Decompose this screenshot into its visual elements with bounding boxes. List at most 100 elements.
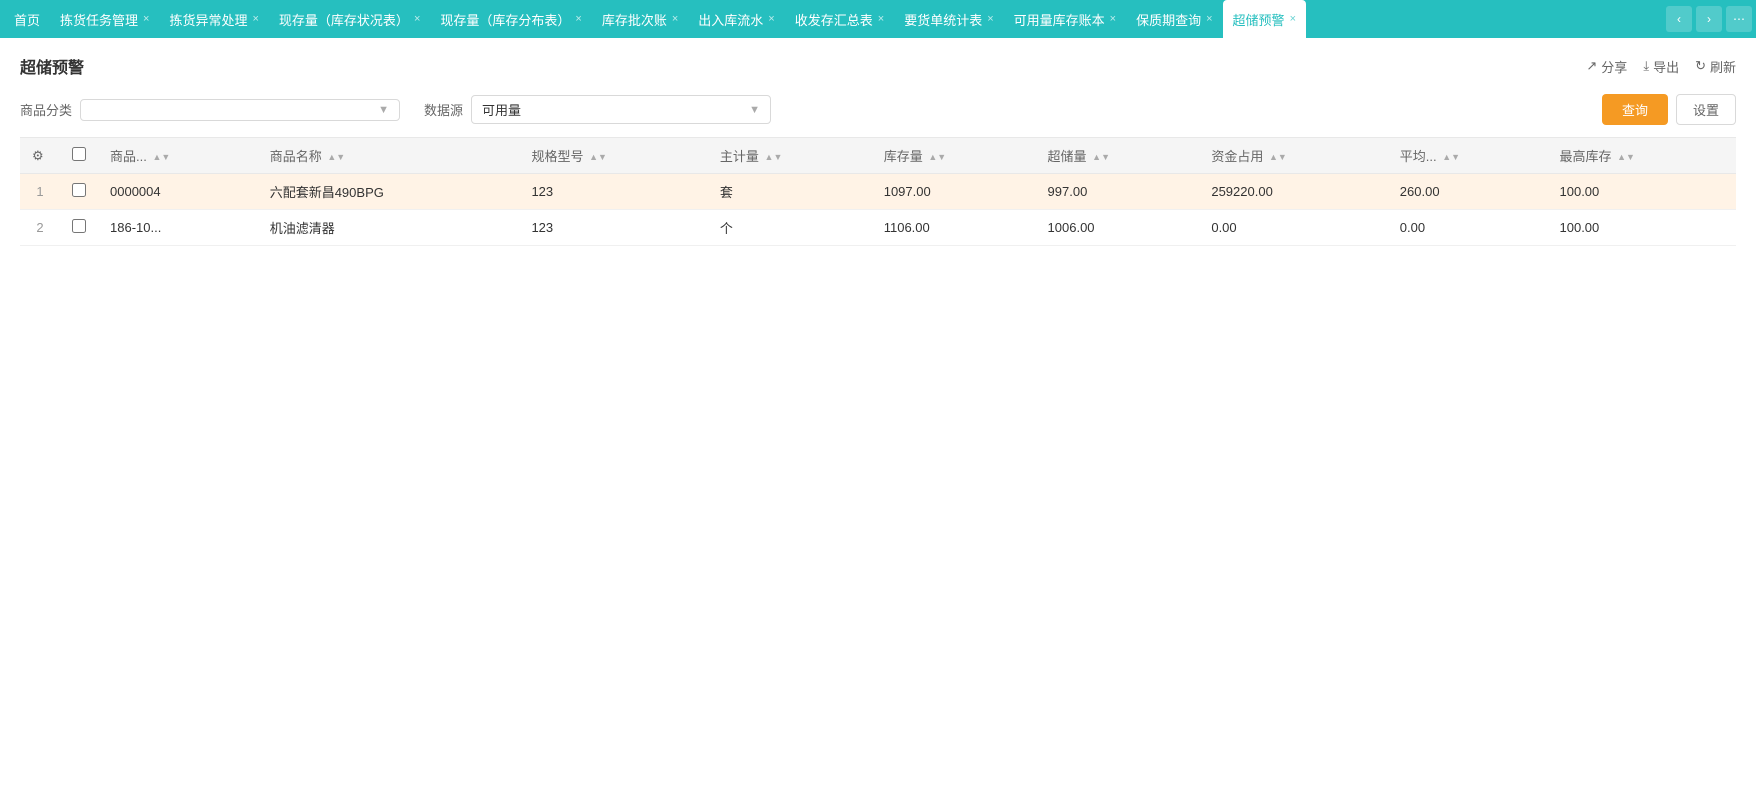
close-icon[interactable]: × xyxy=(1290,13,1296,25)
close-icon[interactable]: × xyxy=(768,13,774,25)
nav-more-button[interactable]: ⋯ xyxy=(1726,6,1752,32)
row-overstock: 1006.00 xyxy=(1036,210,1200,246)
row-number: 1 xyxy=(20,174,60,210)
th-max-stock: 最高库存 ▲▼ xyxy=(1548,138,1737,174)
row-capital: 259220.00 xyxy=(1199,174,1387,210)
row-max-stock: 100.00 xyxy=(1548,174,1737,210)
data-table: ⚙ 商品... ▲▼ 商品名称 ▲▼ 规格型号 ▲▼ 主计 xyxy=(20,137,1736,246)
table-header: ⚙ 商品... ▲▼ 商品名称 ▲▼ 规格型号 ▲▼ 主计 xyxy=(20,138,1736,174)
close-icon[interactable]: × xyxy=(1206,13,1212,25)
page-header: 超储预警 ↗ 分享 ⤓ 导出 ↻ 刷新 xyxy=(20,54,1736,78)
th-unit: 主计量 ▲▼ xyxy=(708,138,872,174)
datasource-select-value: 可用量 xyxy=(482,100,521,119)
refresh-button[interactable]: ↻ 刷新 xyxy=(1695,57,1736,76)
row-code: 186-10... xyxy=(98,210,258,246)
row-unit: 套 xyxy=(708,174,872,210)
row-overstock: 997.00 xyxy=(1036,174,1200,210)
sort-icon[interactable]: ▲▼ xyxy=(928,153,946,162)
th-stock: 库存量 ▲▼ xyxy=(872,138,1036,174)
share-button[interactable]: ↗ 分享 xyxy=(1586,57,1627,76)
share-icon: ↗ xyxy=(1586,58,1597,74)
settings-icon[interactable]: ⚙ xyxy=(32,148,44,163)
th-name: 商品名称 ▲▼ xyxy=(258,138,520,174)
row-name: 六配套新昌490BPG xyxy=(258,174,520,210)
filter-row: 商品分类 ▼ 数据源 可用量 ▼ 查询 设置 xyxy=(20,94,1736,125)
th-spec: 规格型号 ▲▼ xyxy=(519,138,707,174)
nav-next-button[interactable]: › xyxy=(1696,6,1722,32)
row-name: 机油滤清器 xyxy=(258,210,520,246)
close-icon[interactable]: × xyxy=(143,13,149,25)
sort-icon[interactable]: ▲▼ xyxy=(1442,153,1460,162)
close-icon[interactable]: × xyxy=(575,13,581,25)
th-overstock: 超储量 ▲▼ xyxy=(1036,138,1200,174)
th-avg-price: 平均... ▲▼ xyxy=(1388,138,1548,174)
th-code: 商品... ▲▼ xyxy=(98,138,258,174)
row-checkbox[interactable] xyxy=(72,183,86,197)
sort-icon[interactable]: ▲▼ xyxy=(1617,153,1635,162)
sort-icon[interactable]: ▲▼ xyxy=(1269,153,1287,162)
row-code: 0000004 xyxy=(98,174,258,210)
settings-button[interactable]: 设置 xyxy=(1676,94,1736,125)
row-avg-price: 260.00 xyxy=(1388,174,1548,210)
nav-item-overstock[interactable]: 超储预警 × xyxy=(1223,0,1306,38)
filter-buttons: 查询 设置 xyxy=(1602,94,1736,125)
close-icon[interactable]: × xyxy=(414,13,420,25)
sort-icon[interactable]: ▲▼ xyxy=(152,153,170,162)
row-number: 2 xyxy=(20,210,60,246)
close-icon[interactable]: × xyxy=(987,13,993,25)
select-all-checkbox[interactable] xyxy=(72,147,86,161)
nav-item-picking-exception[interactable]: 拣货异常处理 × xyxy=(159,0,268,38)
row-max-stock: 100.00 xyxy=(1548,210,1737,246)
category-filter-group: 商品分类 ▼ xyxy=(20,99,400,121)
nav-item-available-stock[interactable]: 可用量库存账本 × xyxy=(1004,0,1126,38)
page-content: 超储预警 ↗ 分享 ⤓ 导出 ↻ 刷新 商品分类 ▼ 数据源 xyxy=(0,38,1756,262)
nav-item-current-stock-dist[interactable]: 现存量（库存分布表） × xyxy=(430,0,591,38)
th-checkbox[interactable] xyxy=(60,138,98,174)
sort-icon[interactable]: ▲▼ xyxy=(589,153,607,162)
nav-item-expiry[interactable]: 保质期查询 × xyxy=(1126,0,1222,38)
row-checkbox[interactable] xyxy=(72,219,86,233)
nav-item-batch-account[interactable]: 库存批次账 × xyxy=(592,0,688,38)
nav-item-summary[interactable]: 收发存汇总表 × xyxy=(785,0,894,38)
nav-item-home[interactable]: 首页 xyxy=(4,0,50,38)
refresh-icon: ↻ xyxy=(1695,58,1706,74)
chevron-down-icon: ▼ xyxy=(749,104,760,116)
th-capital: 资金占用 ▲▼ xyxy=(1199,138,1387,174)
nav-controls: ‹ › ⋯ xyxy=(1666,6,1752,32)
row-checkbox-cell[interactable] xyxy=(60,210,98,246)
top-nav: 首页 拣货任务管理 × 拣货异常处理 × 现存量（库存状况表） × 现存量（库存… xyxy=(0,0,1756,38)
export-button[interactable]: ⤓ 导出 xyxy=(1643,57,1679,76)
sort-icon[interactable]: ▲▼ xyxy=(765,153,783,162)
nav-prev-button[interactable]: ‹ xyxy=(1666,6,1692,32)
chevron-down-icon: ▼ xyxy=(378,104,389,116)
query-button[interactable]: 查询 xyxy=(1602,94,1668,125)
nav-item-order-stats[interactable]: 要货单统计表 × xyxy=(894,0,1003,38)
close-icon[interactable]: × xyxy=(878,13,884,25)
nav-item-current-stock-status[interactable]: 现存量（库存状况表） × xyxy=(269,0,430,38)
nav-item-flow[interactable]: 出入库流水 × xyxy=(688,0,784,38)
row-unit: 个 xyxy=(708,210,872,246)
category-label: 商品分类 xyxy=(20,100,72,119)
datasource-filter-group: 数据源 可用量 ▼ xyxy=(424,95,771,124)
close-icon[interactable]: × xyxy=(252,13,258,25)
th-settings[interactable]: ⚙ xyxy=(20,138,60,174)
header-actions: ↗ 分享 ⤓ 导出 ↻ 刷新 xyxy=(1586,57,1736,76)
close-icon[interactable]: × xyxy=(672,13,678,25)
datasource-label: 数据源 xyxy=(424,100,463,119)
sort-icon[interactable]: ▲▼ xyxy=(327,153,345,162)
row-capital: 0.00 xyxy=(1199,210,1387,246)
close-icon[interactable]: × xyxy=(1110,13,1116,25)
datasource-select[interactable]: 可用量 ▼ xyxy=(471,95,771,124)
row-spec: 123 xyxy=(519,174,707,210)
row-checkbox-cell[interactable] xyxy=(60,174,98,210)
export-icon: ⤓ xyxy=(1643,58,1649,74)
sort-icon[interactable]: ▲▼ xyxy=(1092,153,1110,162)
table-row[interactable]: 1 0000004 六配套新昌490BPG 123 套 1097.00 997.… xyxy=(20,174,1736,210)
table-row[interactable]: 2 186-10... 机油滤清器 123 个 1106.00 1006.00 … xyxy=(20,210,1736,246)
row-spec: 123 xyxy=(519,210,707,246)
row-stock: 1106.00 xyxy=(872,210,1036,246)
row-stock: 1097.00 xyxy=(872,174,1036,210)
category-select[interactable]: ▼ xyxy=(80,99,400,121)
nav-item-picking-task[interactable]: 拣货任务管理 × xyxy=(50,0,159,38)
page-title: 超储预警 xyxy=(20,54,84,78)
